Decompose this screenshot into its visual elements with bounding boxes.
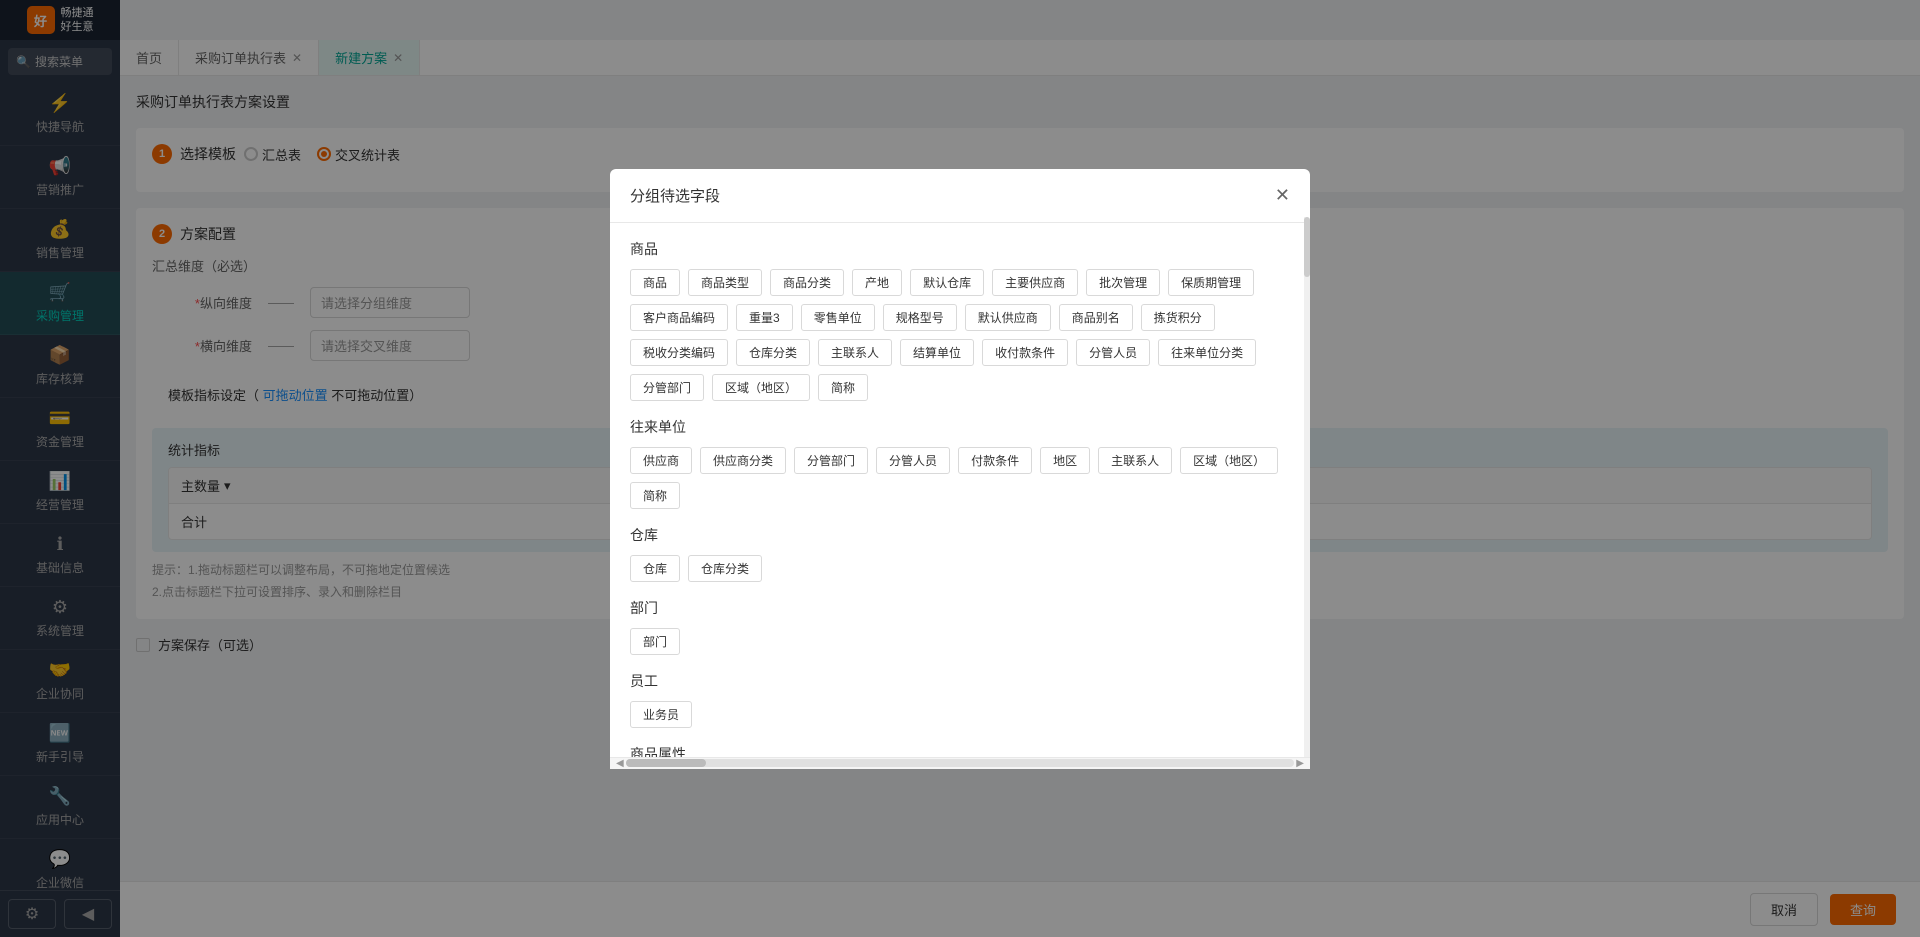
field-tag-2-1[interactable]: 仓库分类 (688, 555, 762, 582)
modal-vertical-scrollbar[interactable] (1304, 217, 1310, 757)
field-tag-0-3[interactable]: 产地 (852, 269, 902, 296)
field-group-title-0: 商品 (630, 239, 1290, 259)
field-group-2: 仓库仓库仓库分类 (630, 525, 1290, 582)
field-group-0: 商品商品商品类型商品分类产地默认仓库主要供应商批次管理保质期管理客户商品编码重量… (630, 239, 1290, 401)
modal-horizontal-scrollbar[interactable]: ◀ ▶ (610, 757, 1310, 769)
field-tag-0-13[interactable]: 商品别名 (1059, 304, 1133, 331)
scroll-thumb (626, 759, 706, 767)
field-tag-0-17[interactable]: 主联系人 (818, 339, 892, 366)
field-tag-0-21[interactable]: 往来单位分类 (1158, 339, 1256, 366)
field-tag-0-4[interactable]: 默认仓库 (910, 269, 984, 296)
field-tag-3-0[interactable]: 部门 (630, 628, 680, 655)
field-group-title-5: 商品属性 (630, 744, 1290, 757)
field-group-title-4: 员工 (630, 671, 1290, 691)
scroll-right-arrow[interactable]: ▶ (1294, 758, 1306, 769)
field-tag-0-23[interactable]: 区域（地区） (712, 374, 810, 401)
field-group-title-1: 往来单位 (630, 417, 1290, 437)
field-tags-1: 供应商供应商分类分管部门分管人员付款条件地区主联系人区域（地区） 简称 (630, 447, 1290, 509)
field-tag-1-8[interactable]: 简称 (630, 482, 680, 509)
field-tag-0-1[interactable]: 商品类型 (688, 269, 762, 296)
field-tag-0-18[interactable]: 结算单位 (900, 339, 974, 366)
scroll-left-arrow[interactable]: ◀ (614, 758, 626, 769)
field-tag-1-1[interactable]: 供应商分类 (700, 447, 786, 474)
field-tag-0-11[interactable]: 规格型号 (883, 304, 957, 331)
field-group-title-3: 部门 (630, 598, 1290, 618)
field-tags-3: 部门 (630, 628, 1290, 655)
modal-overlay[interactable]: 分组待选字段 ✕ 商品商品商品类型商品分类产地默认仓库主要供应商批次管理保质期管… (0, 0, 1920, 937)
field-tag-1-4[interactable]: 付款条件 (958, 447, 1032, 474)
field-tag-0-10[interactable]: 零售单位 (801, 304, 875, 331)
modal-title: 分组待选字段 (630, 185, 720, 206)
modal-body[interactable]: 商品商品商品类型商品分类产地默认仓库主要供应商批次管理保质期管理客户商品编码重量… (610, 223, 1310, 757)
field-tag-1-7[interactable]: 区域（地区） (1180, 447, 1278, 474)
vertical-scroll-thumb (1304, 217, 1310, 277)
field-tag-4-0[interactable]: 业务员 (630, 701, 692, 728)
scroll-track (626, 759, 1295, 767)
field-tag-0-12[interactable]: 默认供应商 (965, 304, 1051, 331)
field-tag-0-14[interactable]: 拣货积分 (1141, 304, 1215, 331)
field-tag-2-0[interactable]: 仓库 (630, 555, 680, 582)
field-tag-0-2[interactable]: 商品分类 (770, 269, 844, 296)
field-tag-0-8[interactable]: 客户商品编码 (630, 304, 728, 331)
field-tag-0-16[interactable]: 仓库分类 (736, 339, 810, 366)
field-tag-0-7[interactable]: 保质期管理 (1168, 269, 1254, 296)
modal-close-button[interactable]: ✕ (1275, 186, 1290, 204)
field-group-1: 往来单位供应商供应商分类分管部门分管人员付款条件地区主联系人区域（地区） 简称 (630, 417, 1290, 509)
field-group-5: 商品属性属性颜色多规格尺码鞋码1 (630, 744, 1290, 757)
field-tag-0-22[interactable]: 分管部门 (630, 374, 704, 401)
field-group-title-2: 仓库 (630, 525, 1290, 545)
field-tag-0-20[interactable]: 分管人员 (1076, 339, 1150, 366)
field-tag-1-6[interactable]: 主联系人 (1098, 447, 1172, 474)
field-tag-0-24[interactable]: 简称 (818, 374, 868, 401)
field-tag-1-3[interactable]: 分管人员 (876, 447, 950, 474)
field-group-4: 员工业务员 (630, 671, 1290, 728)
modal-header: 分组待选字段 ✕ (610, 169, 1310, 223)
field-tag-0-19[interactable]: 收付款条件 (982, 339, 1068, 366)
field-tag-0-0[interactable]: 商品 (630, 269, 680, 296)
field-tag-0-15[interactable]: 税收分类编码 (630, 339, 728, 366)
field-tag-1-0[interactable]: 供应商 (630, 447, 692, 474)
field-tags-2: 仓库仓库分类 (630, 555, 1290, 582)
field-tag-0-6[interactable]: 批次管理 (1086, 269, 1160, 296)
field-tag-1-5[interactable]: 地区 (1040, 447, 1090, 474)
modal-dialog: 分组待选字段 ✕ 商品商品商品类型商品分类产地默认仓库主要供应商批次管理保质期管… (610, 169, 1310, 769)
field-tag-1-2[interactable]: 分管部门 (794, 447, 868, 474)
field-group-3: 部门部门 (630, 598, 1290, 655)
field-tag-0-9[interactable]: 重量3 (736, 304, 793, 331)
field-tags-4: 业务员 (630, 701, 1290, 728)
field-tags-0: 商品商品类型商品分类产地默认仓库主要供应商批次管理保质期管理客户商品编码重量3 零… (630, 269, 1290, 401)
field-tag-0-5[interactable]: 主要供应商 (992, 269, 1078, 296)
